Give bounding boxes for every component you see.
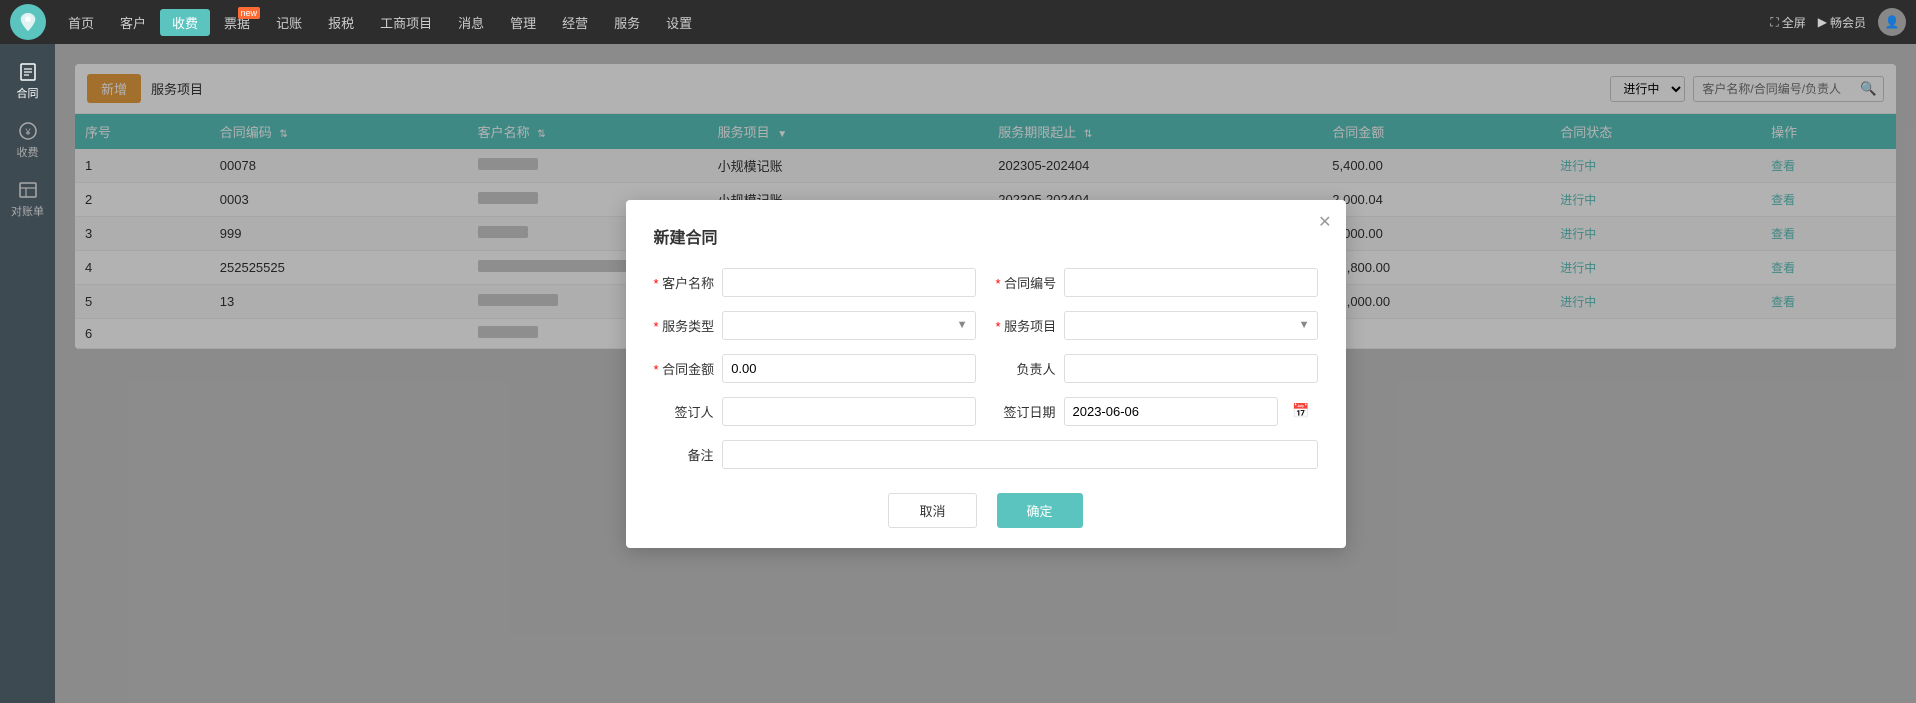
service-item-select[interactable] xyxy=(1064,311,1317,340)
nav-business[interactable]: 工商项目 xyxy=(368,9,444,36)
play-icon: ▶ xyxy=(1818,15,1827,29)
nav-items: 首页 客户 收费 票据 new 记账 报税 工商项目 消息 管理 经营 服务 设… xyxy=(56,9,1770,36)
responsible-input[interactable] xyxy=(1064,354,1318,383)
modal-title: 新建合同 xyxy=(654,224,1318,248)
responsible-label: 负责人 xyxy=(996,359,1056,378)
service-item-label: 服务项目 xyxy=(996,316,1057,335)
content-area: 新增 服务项目 进行中 已完成 已取消 🔍 xyxy=(55,44,1916,703)
signer-row: 签订人 xyxy=(654,397,976,426)
contract-amount-label: 合同金额 xyxy=(654,359,715,378)
modal-close-button[interactable]: ✕ xyxy=(1318,212,1331,232)
fullscreen-label: 全屏 xyxy=(1782,14,1806,31)
avatar[interactable]: 👤 xyxy=(1878,8,1906,36)
contract-amount-row: 合同金额 xyxy=(654,354,976,383)
calendar-icon: 📅 xyxy=(1292,403,1309,420)
nav-service[interactable]: 服务 xyxy=(602,9,652,36)
service-type-row: 服务类型 ▼ xyxy=(654,311,976,340)
sidebar: 合同 ¥ 收费 对账单 xyxy=(0,44,55,703)
nav-invoice[interactable]: 票据 new xyxy=(212,9,262,36)
service-item-row: 服务项目 ▼ xyxy=(996,311,1318,340)
nav-tax[interactable]: 报税 xyxy=(316,9,366,36)
nav-home[interactable]: 首页 xyxy=(56,9,106,36)
contract-no-row: 合同编号 xyxy=(996,268,1318,297)
sidebar-item-statement[interactable]: 对账单 xyxy=(4,172,52,227)
new-contract-modal: ✕ 新建合同 客户名称 合同编号 服务类型 xyxy=(626,200,1346,548)
confirm-button[interactable]: 确定 xyxy=(997,493,1083,528)
remark-label: 备注 xyxy=(654,445,714,464)
nav-manage[interactable]: 管理 xyxy=(498,9,548,36)
sign-date-row: 签订日期 📅 xyxy=(996,397,1318,426)
contract-amount-input[interactable] xyxy=(722,354,975,383)
sidebar-label-contract: 合同 xyxy=(17,85,39,101)
nav-operation[interactable]: 经营 xyxy=(550,9,600,36)
contract-no-input[interactable] xyxy=(1064,268,1317,297)
sidebar-label-fee: 收费 xyxy=(17,144,39,160)
nav-settings[interactable]: 设置 xyxy=(654,9,704,36)
contract-no-label: 合同编号 xyxy=(996,273,1057,292)
fee-icon: ¥ xyxy=(18,121,38,141)
fullscreen-icon: ⛶ xyxy=(1770,15,1778,30)
sidebar-item-contract[interactable]: 合同 xyxy=(4,54,52,109)
app-logo[interactable] xyxy=(10,4,46,40)
responsible-row: 负责人 xyxy=(996,354,1318,383)
modal-overlay[interactable]: ✕ 新建合同 客户名称 合同编号 服务类型 xyxy=(55,44,1916,703)
sign-date-wrapper: 📅 xyxy=(1064,397,1318,426)
modal-form: 客户名称 合同编号 服务类型 ▼ xyxy=(654,268,1318,469)
cancel-button[interactable]: 取消 xyxy=(888,493,976,528)
customer-name-input[interactable] xyxy=(722,268,975,297)
service-type-wrapper: ▼ xyxy=(722,311,975,340)
statement-icon xyxy=(18,180,38,200)
nav-message[interactable]: 消息 xyxy=(446,9,496,36)
nav-fee[interactable]: 收费 xyxy=(160,9,210,36)
sidebar-item-fee[interactable]: ¥ 收费 xyxy=(4,113,52,168)
member-button[interactable]: ▶ 畅会员 xyxy=(1818,14,1866,31)
service-type-select[interactable] xyxy=(722,311,975,340)
signer-input[interactable] xyxy=(722,397,976,426)
remark-input[interactable] xyxy=(722,440,1318,469)
nav-customer[interactable]: 客户 xyxy=(108,9,158,36)
modal-footer: 取消 确定 xyxy=(654,493,1318,528)
remark-row: 备注 xyxy=(654,440,1318,469)
sign-date-label: 签订日期 xyxy=(996,402,1056,421)
service-item-wrapper: ▼ xyxy=(1064,311,1317,340)
signer-label: 签订人 xyxy=(654,402,714,421)
customer-name-row: 客户名称 xyxy=(654,268,976,297)
nav-right-area: ⛶ 全屏 ▶ 畅会员 👤 xyxy=(1770,8,1906,36)
top-navigation: 首页 客户 收费 票据 new 记账 报税 工商项目 消息 管理 经营 服务 设… xyxy=(0,0,1916,44)
main-layout: 合同 ¥ 收费 对账单 xyxy=(0,44,1916,703)
service-type-label: 服务类型 xyxy=(654,316,715,335)
svg-text:¥: ¥ xyxy=(24,127,31,137)
sidebar-label-statement: 对账单 xyxy=(11,203,44,219)
fullscreen-button[interactable]: ⛶ 全屏 xyxy=(1770,14,1805,31)
contract-icon xyxy=(18,62,38,82)
new-badge: new xyxy=(238,7,261,19)
sign-date-input[interactable] xyxy=(1064,397,1278,426)
member-label: 畅会员 xyxy=(1830,14,1866,31)
customer-name-label: 客户名称 xyxy=(654,273,715,292)
nav-bookkeeping[interactable]: 记账 xyxy=(264,9,314,36)
